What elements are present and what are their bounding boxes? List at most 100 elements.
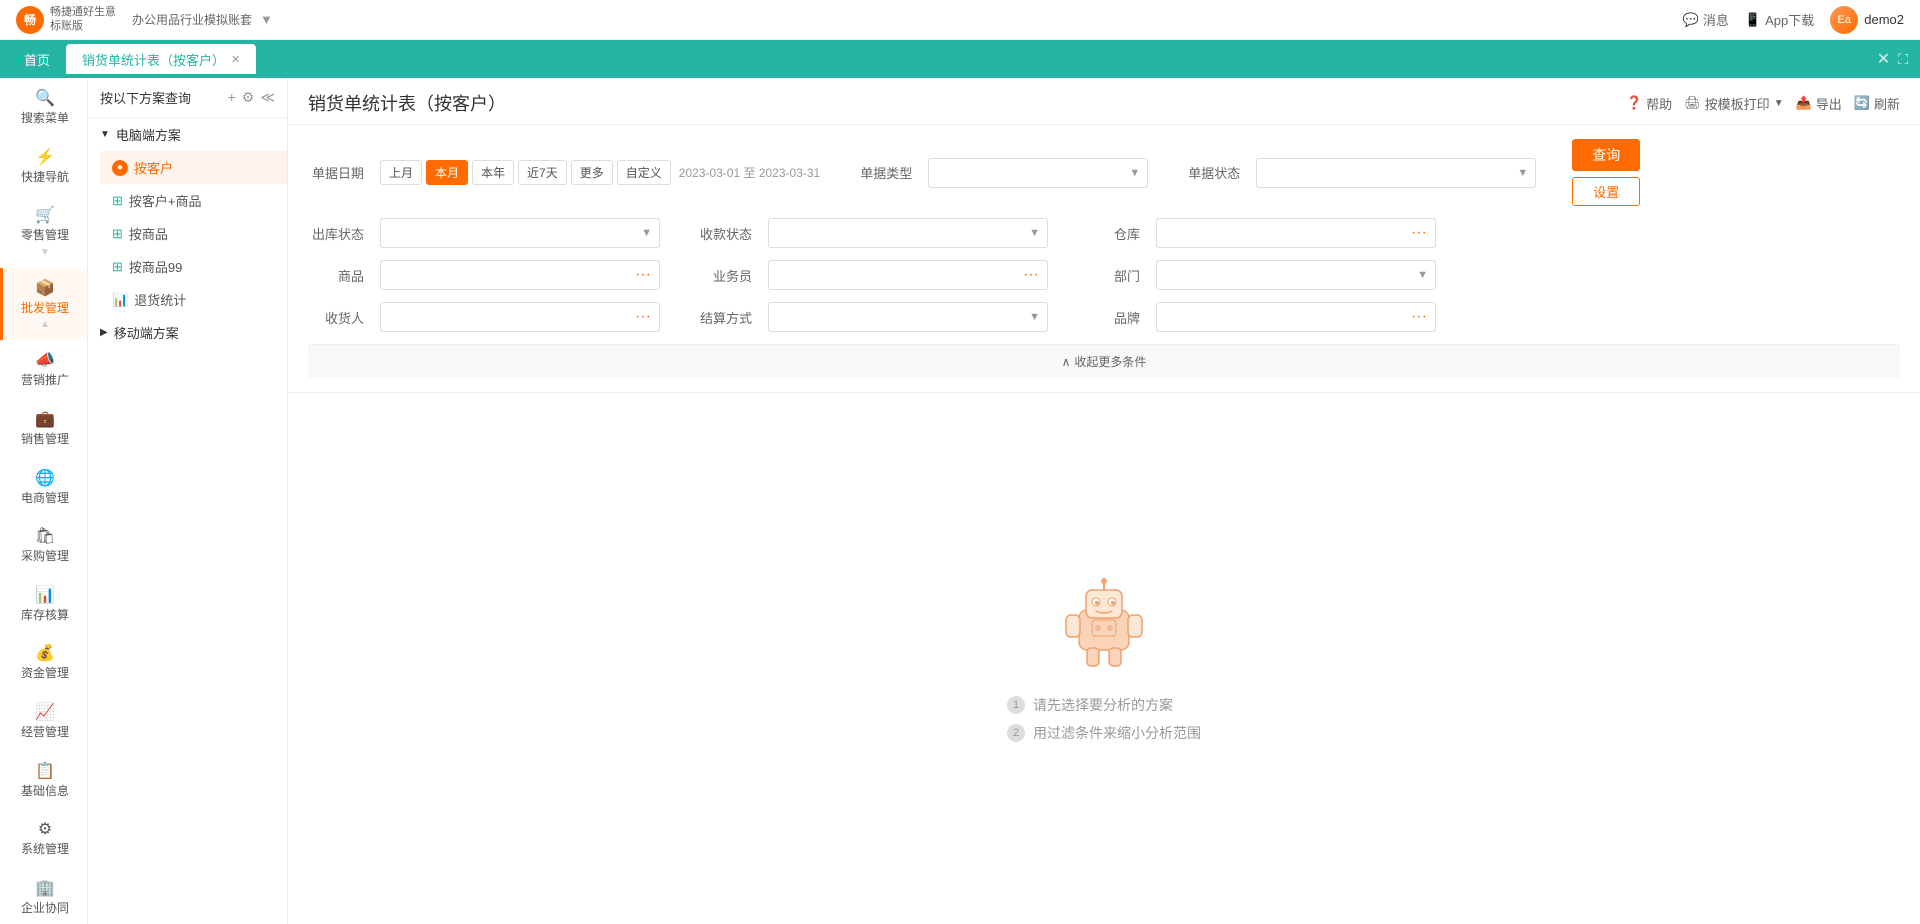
- tab-sales-stats[interactable]: 销货单统计表（按客户） ✕: [66, 44, 256, 74]
- tab-maximize-icon[interactable]: ⛶: [1898, 51, 1908, 68]
- sidebar-item-retail[interactable]: 🛒 零售管理 ▼: [0, 195, 87, 268]
- sidebar-item-system[interactable]: ⚙ 系统管理: [0, 809, 87, 868]
- refresh-label: 刷新: [1874, 94, 1900, 113]
- date-btn-this-year[interactable]: 本年: [472, 160, 514, 185]
- tab-close-icon[interactable]: ✕: [231, 53, 240, 66]
- empty-tip-2: 2 用过滤条件来缩小分析范围: [1007, 723, 1201, 743]
- basic-icon: 📋: [35, 761, 55, 781]
- salesman-input[interactable]: [777, 268, 1019, 283]
- sidebar-item-wholesale[interactable]: 📦 批发管理 ▲: [0, 268, 87, 341]
- main-content: 🔍 搜索菜单 ⚡ 快捷导航 🛒 零售管理 ▼ 📦 批发管理 ▲ 📣 营销推广: [0, 78, 1920, 924]
- dept-select[interactable]: [1156, 260, 1436, 290]
- app-title-arrow[interactable]: ▼: [260, 12, 273, 27]
- product-input[interactable]: [389, 268, 631, 283]
- app-container: 畅 畅捷通好生意 标账版 办公用品行业模拟账套 ▼ 💬 消息 📱 App下载 E…: [0, 0, 1920, 924]
- salesman-dots[interactable]: ···: [1023, 266, 1039, 284]
- export-btn[interactable]: 📤 导出: [1796, 94, 1842, 113]
- app-download-btn[interactable]: 📱 App下载: [1745, 10, 1814, 29]
- sidebar-item-ecommerce[interactable]: 🌐 电商管理: [0, 458, 87, 517]
- out-status-label: 出库状态: [308, 224, 364, 243]
- brand-input[interactable]: [1165, 310, 1407, 325]
- product-dots[interactable]: ···: [635, 266, 651, 284]
- logo-icon: 畅: [16, 6, 44, 34]
- filter-area: 单据日期 上月 本月 本年 近7天 更多 自定义 2023-03-01 至 20…: [288, 125, 1920, 393]
- tab-bar: 首页 销货单统计表（按客户） ✕ ✕ ⛶: [0, 40, 1920, 78]
- template-print-label: 按模板打印: [1705, 94, 1770, 113]
- sidebar-item-operations[interactable]: 📈 经营管理: [0, 692, 87, 751]
- tree-item-return-stats[interactable]: 📊 退货统计: [100, 283, 287, 316]
- sales-label: 销售管理: [21, 432, 69, 448]
- date-btn-7days[interactable]: 近7天: [518, 160, 567, 185]
- sidebar-item-search[interactable]: 🔍 搜索菜单: [0, 78, 87, 137]
- add-scheme-btn[interactable]: +: [228, 89, 236, 106]
- order-status-select[interactable]: [1256, 158, 1536, 188]
- page-actions: ❓ 帮助 🖨 按模板打印 ▼ 📤 导出 🔄 刷新: [1626, 94, 1900, 113]
- user-menu[interactable]: Ea demo2: [1830, 6, 1904, 34]
- tree-item-by-customer-product[interactable]: ⊞ 按客户+商品: [100, 184, 287, 217]
- order-type-label: 单据类型: [856, 163, 912, 182]
- query-btn[interactable]: 查询: [1572, 139, 1640, 171]
- operations-icon: 📈: [35, 702, 55, 722]
- by-customer-product-label: 按客户+商品: [129, 191, 202, 210]
- left-panel-actions: + ⚙ ≪: [228, 89, 275, 106]
- sidebar-item-quicknav[interactable]: ⚡ 快捷导航: [0, 137, 87, 196]
- collapse-btn[interactable]: ∧ 收起更多条件: [1062, 353, 1147, 370]
- by-product-99-icon: ⊞: [112, 259, 123, 275]
- left-panel-header: 按以下方案查询 + ⚙ ≪: [88, 78, 287, 118]
- sidebar-item-purchase[interactable]: 🛍 采购管理: [0, 516, 87, 575]
- left-panel: 按以下方案查询 + ⚙ ≪ ▼ 电脑端方案 ● 按客户 ⊞ 按客户+: [88, 78, 288, 924]
- out-status-select[interactable]: [380, 218, 660, 248]
- brand-dots[interactable]: ···: [1411, 308, 1427, 326]
- empty-tip-1: 1 请先选择要分析的方案: [1007, 695, 1201, 715]
- settle-select[interactable]: [768, 302, 1048, 332]
- receipt-status-select[interactable]: [768, 218, 1048, 248]
- operations-label: 经营管理: [21, 725, 69, 741]
- tree-group-mobile[interactable]: ▶ 移动端方案: [88, 316, 287, 349]
- receiver-dots[interactable]: ···: [635, 308, 651, 326]
- tab-home[interactable]: 首页: [8, 44, 66, 74]
- system-icon: ⚙: [38, 819, 52, 839]
- date-btn-last-month[interactable]: 上月: [380, 160, 422, 185]
- sidebar-item-corp[interactable]: 🏢 企业协同: [0, 868, 87, 924]
- system-label: 系统管理: [21, 842, 69, 858]
- help-label: 帮助: [1646, 94, 1672, 113]
- date-btn-this-month[interactable]: 本月: [426, 160, 468, 185]
- warehouse-dots[interactable]: ···: [1411, 224, 1427, 242]
- filter-row-3: 商品 ··· 业务员 ··· 部门 ▼: [308, 260, 1900, 290]
- logo-area: 畅 畅捷通好生意 标账版: [16, 6, 116, 34]
- help-btn[interactable]: ❓ 帮助: [1626, 94, 1672, 113]
- inventory-icon: 📊: [35, 585, 55, 605]
- return-stats-label: 退货统计: [134, 290, 186, 309]
- sidebar-item-finance[interactable]: 💰 资金管理: [0, 633, 87, 692]
- settings-scheme-btn[interactable]: ⚙: [242, 89, 255, 106]
- refresh-btn[interactable]: 🔄 刷新: [1854, 94, 1900, 113]
- settings-btn[interactable]: 设置: [1572, 177, 1640, 206]
- message-btn[interactable]: 💬 消息: [1683, 10, 1729, 29]
- warehouse-input-wrapper: ···: [1156, 218, 1436, 248]
- top-header: 畅 畅捷通好生意 标账版 办公用品行业模拟账套 ▼ 💬 消息 📱 App下载 E…: [0, 0, 1920, 40]
- warehouse-input[interactable]: [1165, 226, 1407, 241]
- page-header: 销货单统计表（按客户） ❓ 帮助 🖨 按模板打印 ▼ 📤 导出: [288, 78, 1920, 125]
- receiver-input[interactable]: [389, 310, 631, 325]
- receipt-status-select-wrapper: ▼: [768, 218, 1048, 248]
- template-print-arrow: ▼: [1774, 98, 1784, 109]
- tree-arrow-pc: ▼: [100, 129, 110, 140]
- by-product-label: 按商品: [129, 224, 168, 243]
- tree-group-pc-label: 电脑端方案: [116, 125, 181, 144]
- template-print-btn[interactable]: 🖨 按模板打印 ▼: [1684, 94, 1783, 113]
- tree-item-by-customer[interactable]: ● 按客户: [100, 151, 287, 184]
- tab-close-all-icon[interactable]: ✕: [1877, 49, 1890, 69]
- date-btn-more[interactable]: 更多: [571, 160, 613, 185]
- tree-item-by-product[interactable]: ⊞ 按商品: [100, 217, 287, 250]
- tree-group-pc[interactable]: ▼ 电脑端方案: [88, 118, 287, 151]
- collapse-panel-btn[interactable]: ≪: [260, 89, 275, 106]
- sidebar-item-sales[interactable]: 💼 销售管理: [0, 399, 87, 458]
- tab-bar-right: ✕ ⛶: [1877, 49, 1912, 69]
- tree-group-mobile-label: 移动端方案: [114, 323, 179, 342]
- sidebar-item-inventory[interactable]: 📊 库存核算: [0, 575, 87, 634]
- sidebar-item-marketing[interactable]: 📣 营销推广: [0, 340, 87, 399]
- date-btn-custom[interactable]: 自定义: [617, 160, 671, 185]
- tree-item-by-product-99[interactable]: ⊞ 按商品99: [100, 250, 287, 283]
- sidebar-item-basic[interactable]: 📋 基础信息: [0, 751, 87, 810]
- order-type-select[interactable]: [928, 158, 1148, 188]
